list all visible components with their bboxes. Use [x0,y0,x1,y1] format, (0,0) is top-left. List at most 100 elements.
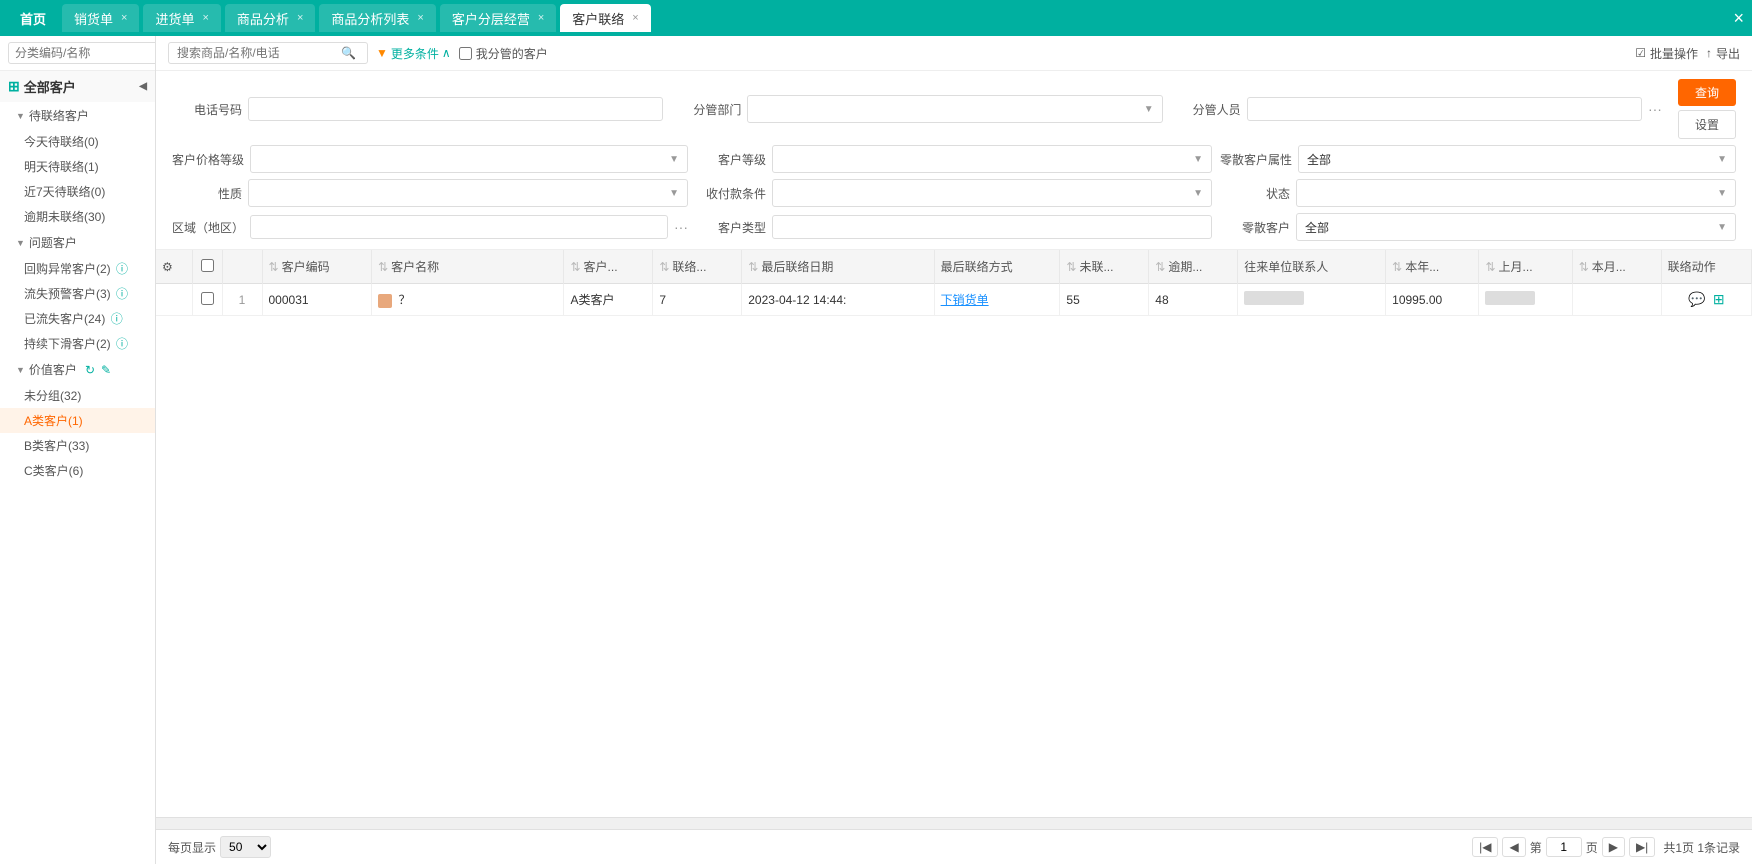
dept-select[interactable]: ▼ [747,95,1162,123]
tab-analysis-list[interactable]: 商品分析列表 × [319,4,435,32]
my-customers-checkbox[interactable]: 我分管的客户 [459,45,548,62]
row-num: 1 [222,284,262,316]
col-unit-contact[interactable]: 往来单位联系人 [1238,250,1386,284]
sidebar-group-pending[interactable]: ▼ 待联络客户 [0,102,155,129]
col-gear[interactable]: ⚙ [156,250,192,284]
action-qr-icon[interactable]: ⊞ [1713,291,1725,307]
region-dots-icon[interactable]: ··· [674,219,688,235]
status-select[interactable]: ▼ [1296,179,1736,207]
tab-sales-close[interactable]: × [121,12,127,24]
refresh-icon[interactable]: ↻ [85,363,95,377]
tab-home[interactable]: 首页 [8,4,58,32]
row-contact: 7 [653,284,742,316]
tab-customer-segment[interactable]: 客户分层经营 × [440,4,556,32]
row-checkbox-cell[interactable] [192,284,222,316]
row-checkbox[interactable] [201,292,214,305]
tab-customer-contact-close[interactable]: × [632,12,638,24]
retail-select[interactable]: 全部 ▼ [1296,213,1736,241]
col-overdue[interactable]: ⇅ 逾期... [1149,250,1238,284]
price-grade-arrow: ▼ [669,154,679,165]
more-conditions-button[interactable]: ▼ 更多条件 ∧ [376,45,451,62]
sidebar-item-overdue[interactable]: 逾期未联络(30) [0,204,155,229]
col-uncontacted[interactable]: ⇅ 未联... [1060,250,1149,284]
filter-dept: 分管部门 ▼ [671,95,1162,123]
sidebar-all-customers[interactable]: ⊞ 全部客户 ◀ [0,71,155,102]
price-grade-select[interactable]: ▼ [250,145,688,173]
sidebar-item-ungroup[interactable]: 未分组(32) [0,383,155,408]
info-icon-abnormal: ⓘ [116,262,128,276]
sidebar-item-abnormal[interactable]: 回购异常客户(2) ⓘ [0,256,155,281]
first-page-button[interactable]: |◀ [1472,837,1498,857]
prev-page-button[interactable]: ◀ [1502,837,1525,857]
close-all-button[interactable]: × [1733,8,1744,29]
per-page-select[interactable]: 50 100 200 [220,836,271,858]
sidebar-search-input[interactable] [8,42,156,64]
total-records-label: 共1页 1条记录 [1663,839,1740,856]
sidebar-item-churn-warning[interactable]: 流失预警客户(3) ⓘ [0,281,155,306]
person-input[interactable] [1247,97,1642,121]
sidebar-item-today[interactable]: 今天待联络(0) [0,129,155,154]
tab-sales[interactable]: 销货单 × [62,4,139,32]
col-name[interactable]: ⇅ 客户名称 [372,250,564,284]
settings-button[interactable]: 设置 [1678,110,1736,139]
search-wrap[interactable]: 🔍 [168,42,368,64]
row-last-method[interactable]: 下销货单 [934,284,1060,316]
sidebar-group-problem[interactable]: ▼ 问题客户 [0,229,155,256]
sidebar-item-7days[interactable]: 近7天待联络(0) [0,179,155,204]
col-last-date[interactable]: ⇅ 最后联络日期 [742,250,934,284]
search-input[interactable] [177,46,337,60]
sidebar-item-b-class[interactable]: B类客户(33) [0,433,155,458]
batch-checkbox-icon: ☑ [1635,46,1646,60]
col-select-all[interactable] [192,250,222,284]
col-contact-sort-icon: ⇅ [659,260,669,274]
sidebar-item-declining[interactable]: 持续下滑客户(2) ⓘ [0,331,155,356]
tab-purchase-close[interactable]: × [202,12,208,24]
search-icon[interactable]: 🔍 [341,46,356,60]
customer-type-input[interactable] [772,215,1212,239]
batch-op-button[interactable]: ☑ 批量操作 [1635,45,1698,62]
sidebar-item-a-class[interactable]: A类客户(1) [0,408,155,433]
col-last-month[interactable]: ⇅ 上月... [1479,250,1572,284]
customer-grade-select[interactable]: ▼ [772,145,1212,173]
col-code[interactable]: ⇅ 客户编码 [262,250,372,284]
sidebar-item-lost[interactable]: 已流失客户(24) ⓘ [0,306,155,331]
tab-analysis-list-close[interactable]: × [417,12,423,24]
filter-person: 分管人员 ··· [1171,97,1662,121]
phone-input[interactable] [248,97,663,121]
page-number-input[interactable] [1546,837,1582,857]
filter-price-grade: 客户价格等级 ▼ [172,145,688,173]
payment-select[interactable]: ▼ [772,179,1212,207]
sidebar-item-c-class[interactable]: C类客户(6) [0,458,155,483]
my-customers-check[interactable] [459,47,472,60]
triangle-icon-3: ▼ [16,365,25,375]
tab-analysis-close[interactable]: × [297,12,303,24]
tab-customer-segment-close[interactable]: × [538,12,544,24]
filter-status: 状态 ▼ [1220,179,1736,207]
select-all-checkbox[interactable] [201,259,214,272]
action-chat-icon[interactable]: 💬 [1688,291,1705,307]
region-input[interactable] [250,215,668,239]
gear-icon[interactable]: ⚙ [162,260,173,274]
export-button[interactable]: ↑ 导出 [1706,45,1740,62]
tab-analysis[interactable]: 商品分析 × [225,4,315,32]
retail-attr-select[interactable]: 全部 ▼ [1298,145,1736,173]
col-this-month[interactable]: ⇅ 本月... [1572,250,1661,284]
nature-label: 性质 [172,185,242,202]
row-name: ？ [372,284,564,316]
tab-purchase[interactable]: 进货单 × [143,4,220,32]
next-page-button[interactable]: ▶ [1602,837,1625,857]
tab-customer-contact[interactable]: 客户联络 × [560,4,650,32]
edit-icon[interactable]: ✎ [101,363,111,377]
last-page-button[interactable]: ▶| [1629,837,1655,857]
sidebar-group-value[interactable]: ▼ 价值客户 ↻ ✎ [0,356,155,383]
sidebar-item-tomorrow[interactable]: 明天待联络(1) [0,154,155,179]
col-last-method[interactable]: 最后联络方式 [934,250,1060,284]
col-contact[interactable]: ⇅ 联络... [653,250,742,284]
query-button[interactable]: 查询 [1678,79,1736,106]
col-this-year[interactable]: ⇅ 本年... [1386,250,1479,284]
row-overdue: 48 [1149,284,1238,316]
horizontal-scrollbar[interactable] [156,817,1752,829]
nature-select[interactable]: ▼ [248,179,688,207]
col-type[interactable]: ⇅ 客户... [564,250,653,284]
person-dots-icon[interactable]: ··· [1648,101,1662,117]
